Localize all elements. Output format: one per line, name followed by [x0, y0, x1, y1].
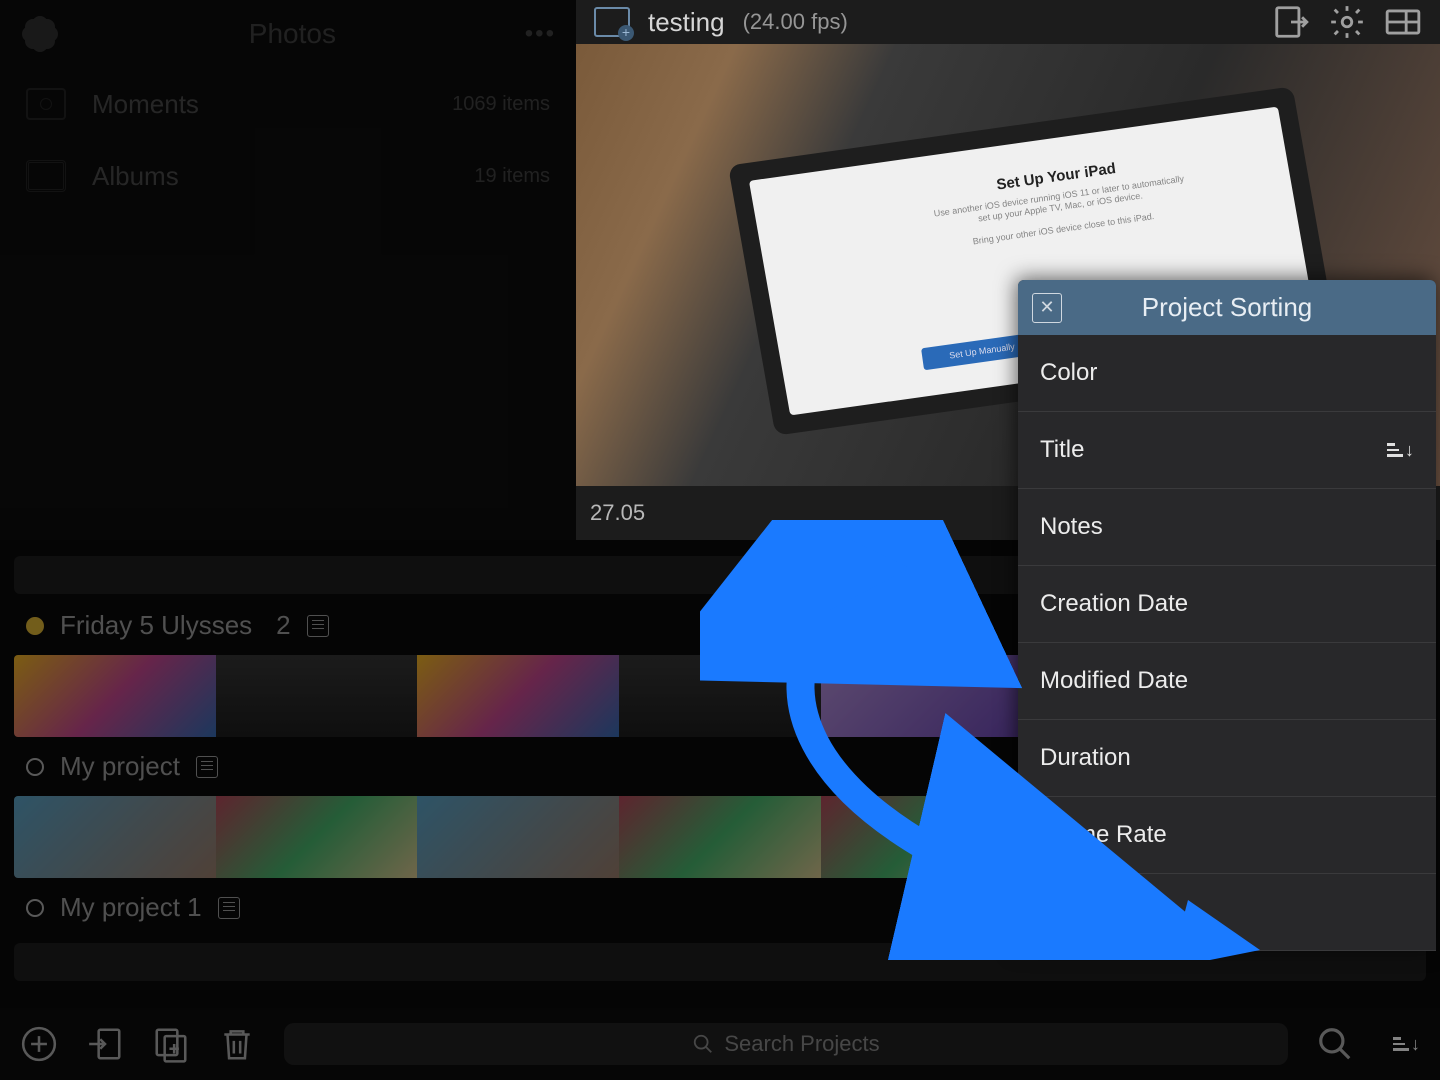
thumbnail[interactable]: [821, 655, 1023, 737]
sort-direction-icon: ↓: [1387, 440, 1414, 461]
sidebar-item-albums[interactable]: Albums 19 items: [0, 140, 576, 212]
thumbnail[interactable]: [619, 796, 821, 878]
sidebar-item-moments[interactable]: Moments 1069 items: [0, 68, 576, 140]
sort-option-notes[interactable]: Notes: [1018, 489, 1436, 566]
sort-option-frame-rate[interactable]: Frame Rate: [1018, 797, 1436, 874]
thumbnail[interactable]: [821, 796, 1023, 878]
sidebar-item-count: 1069 items: [452, 93, 550, 116]
new-project-icon[interactable]: [594, 7, 630, 37]
sidebar-title: Photos: [78, 18, 507, 50]
sidebar-item-count: 19 items: [474, 165, 550, 188]
sort-button[interactable]: ↓: [1382, 1025, 1420, 1063]
project-fps: (24.00 fps): [743, 9, 848, 35]
sort-option-creation-date[interactable]: Creation Date: [1018, 566, 1436, 643]
notes-icon[interactable]: [307, 615, 329, 637]
thumbnail[interactable]: [216, 796, 418, 878]
sidebar-item-label: Albums: [92, 161, 448, 192]
gear-icon[interactable]: [1328, 6, 1366, 38]
moments-icon: [26, 88, 66, 120]
duplicate-button[interactable]: [152, 1025, 190, 1063]
export-icon[interactable]: [1272, 6, 1310, 38]
sort-option-modified-date[interactable]: Modified Date: [1018, 643, 1436, 720]
project-title: testing: [648, 7, 725, 38]
search-placeholder: Search Projects: [724, 1031, 879, 1057]
project-color-dot: [26, 617, 44, 635]
layout-icon[interactable]: [1384, 6, 1422, 38]
project-name: Friday 5 Ulysses: [60, 610, 252, 641]
sort-option-aspect-ratio[interactable]: Aspect Ratio: [1018, 874, 1436, 951]
photos-app-icon: [20, 14, 60, 54]
trash-button[interactable]: [218, 1025, 256, 1063]
thumbnail[interactable]: [14, 796, 216, 878]
project-sorting-popup: ✕ Project Sorting Color Title ↓ Notes Cr…: [1018, 280, 1436, 951]
search-icon: [692, 1033, 714, 1055]
notes-icon[interactable]: [218, 897, 240, 919]
more-icon[interactable]: •••: [525, 20, 556, 48]
thumbnail[interactable]: [14, 655, 216, 737]
project-color-dot: [26, 899, 44, 917]
import-button[interactable]: [86, 1025, 124, 1063]
popup-title: Project Sorting: [1062, 292, 1392, 323]
sort-option-color[interactable]: Color: [1018, 335, 1436, 412]
filter-button[interactable]: [1316, 1025, 1354, 1063]
add-button[interactable]: [20, 1025, 58, 1063]
thumbnail[interactable]: [417, 655, 619, 737]
sort-option-duration[interactable]: Duration: [1018, 720, 1436, 797]
close-button[interactable]: ✕: [1032, 293, 1062, 323]
project-name: My project 1: [60, 892, 202, 923]
search-input[interactable]: Search Projects: [284, 1023, 1288, 1065]
project-color-dot: [26, 758, 44, 776]
thumbnail[interactable]: [417, 796, 619, 878]
photos-sidebar: Photos ••• Moments 1069 items Albums 19 …: [0, 0, 576, 540]
project-clip-count: 2: [276, 610, 290, 641]
project-name: My project: [60, 751, 180, 782]
sort-option-title[interactable]: Title ↓: [1018, 412, 1436, 489]
thumbnail[interactable]: [619, 655, 821, 737]
sidebar-item-label: Moments: [92, 89, 426, 120]
preview-timecode: 27.05: [590, 500, 645, 526]
albums-icon: [26, 160, 66, 192]
thumbnail[interactable]: [216, 655, 418, 737]
notes-icon[interactable]: [196, 756, 218, 778]
bottom-toolbar: Search Projects ↓: [0, 1008, 1440, 1080]
